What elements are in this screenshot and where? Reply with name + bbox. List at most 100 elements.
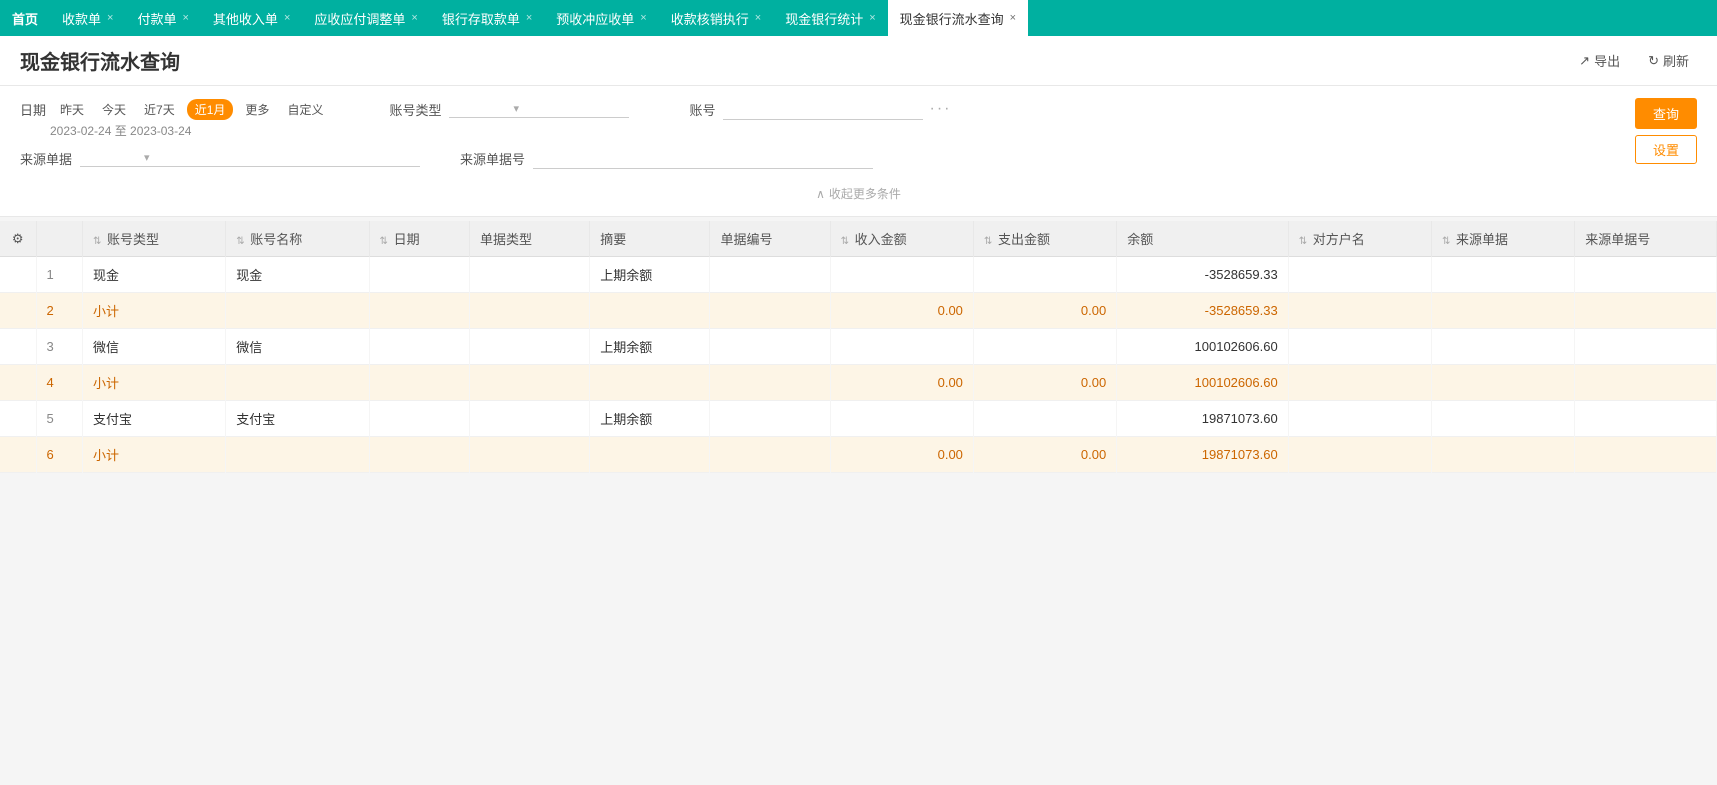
nav-close-other-income[interactable]: ×	[284, 12, 290, 24]
col-expense[interactable]: ⇅ 支出金额	[973, 221, 1116, 257]
nav-close-receipt[interactable]: ×	[107, 12, 113, 24]
row-doc-type	[470, 329, 590, 365]
row-account-type: 现金	[82, 257, 225, 293]
nav-item-receipt[interactable]: 收款单 ×	[50, 0, 125, 36]
row-income	[830, 401, 973, 437]
row-balance: 19871073.60	[1117, 401, 1288, 437]
nav-close-prepayment[interactable]: ×	[640, 12, 646, 24]
date-btn-more[interactable]: 更多	[239, 99, 275, 120]
nav-item-receipt-verify[interactable]: 收款核销执行 ×	[659, 0, 773, 36]
filter-area: 日期 昨天 今天 近7天 近1月 更多 自定义 账号类型 ▾	[0, 86, 1717, 217]
sort-icon-source-doc: ⇅	[1442, 236, 1450, 247]
sort-icon-date: ⇅	[380, 236, 388, 247]
nav-item-other-income[interactable]: 其他收入单 ×	[201, 0, 302, 36]
row-source-doc	[1431, 401, 1574, 437]
row-balance: 100102606.60	[1117, 329, 1288, 365]
source-doc-no-label: 来源单据号	[460, 149, 525, 168]
source-doc-select[interactable]: ▾	[80, 149, 420, 167]
col-source-doc[interactable]: ⇅ 来源单据	[1431, 221, 1574, 257]
nav-item-prepayment[interactable]: 预收冲应收单 ×	[544, 0, 658, 36]
row-gear	[0, 257, 36, 293]
nav-close-cash-flow[interactable]: ×	[1010, 12, 1016, 24]
export-button[interactable]: ↗ 导出	[1571, 47, 1628, 74]
row-summary	[590, 437, 710, 473]
row-counterpart	[1288, 365, 1431, 401]
row-income	[830, 257, 973, 293]
date-btn-yesterday[interactable]: 昨天	[54, 99, 90, 120]
date-btn-7days[interactable]: 近7天	[138, 99, 181, 120]
row-gear	[0, 437, 36, 473]
account-type-select[interactable]: ▾	[449, 100, 629, 118]
row-account-name	[226, 437, 369, 473]
col-account-type[interactable]: ⇅ 账号类型	[82, 221, 225, 257]
table-row: 6 小计 0.00 0.00 19871073.60	[0, 437, 1717, 473]
query-button[interactable]: 查询	[1635, 98, 1697, 129]
col-account-name[interactable]: ⇅ 账号名称	[226, 221, 369, 257]
row-account-name: 现金	[226, 257, 369, 293]
nav-item-cash-stat[interactable]: 现金银行统计 ×	[773, 0, 887, 36]
nav-item-ar-adjust[interactable]: 应收应付调整单 ×	[302, 0, 429, 36]
collapse-arrow-icon: ∧	[816, 187, 825, 201]
date-btn-today[interactable]: 今天	[96, 99, 132, 120]
settings-button[interactable]: 设置	[1635, 135, 1697, 164]
account-input[interactable]	[723, 98, 923, 120]
row-date	[369, 293, 469, 329]
col-doc-no[interactable]: 单据编号	[710, 221, 830, 257]
row-number: 1	[36, 257, 82, 293]
source-doc-label: 来源单据	[20, 149, 72, 168]
row-doc-no	[710, 365, 830, 401]
date-btn-custom[interactable]: 自定义	[281, 99, 329, 120]
row-balance: 19871073.60	[1117, 437, 1288, 473]
col-rownum	[36, 221, 82, 257]
nav-label-cash-flow: 现金银行流水查询	[900, 9, 1004, 28]
refresh-button[interactable]: ↻ 刷新	[1640, 47, 1697, 74]
source-doc-no-input[interactable]	[533, 147, 873, 169]
row-date	[369, 437, 469, 473]
row-gear	[0, 401, 36, 437]
gear-icon: ⚙	[12, 231, 24, 246]
sort-icon-counterpart: ⇅	[1299, 236, 1307, 247]
row-source-doc	[1431, 293, 1574, 329]
col-balance: 余额	[1117, 221, 1288, 257]
row-gear	[0, 329, 36, 365]
col-summary[interactable]: 摘要	[590, 221, 710, 257]
col-counterpart[interactable]: ⇅ 对方户名	[1288, 221, 1431, 257]
page-title: 现金银行流水查询	[20, 46, 180, 75]
row-source-doc-no	[1575, 401, 1717, 437]
top-navigation: 首页 收款单 × 付款单 × 其他收入单 × 应收应付调整单 × 银行存取款单 …	[0, 0, 1717, 36]
date-range-display: 2023-02-24 至 2023-03-24	[50, 124, 191, 138]
nav-label-prepayment: 预收冲应收单	[556, 9, 634, 28]
collapse-bar[interactable]: ∧ 收起更多条件	[20, 179, 1697, 204]
row-summary: 上期余额	[590, 257, 710, 293]
row-date	[369, 401, 469, 437]
row-gear	[0, 293, 36, 329]
col-doc-type[interactable]: 单据类型	[470, 221, 590, 257]
nav-close-bank-deposit[interactable]: ×	[526, 12, 532, 24]
row-doc-no	[710, 257, 830, 293]
nav-close-ar-adjust[interactable]: ×	[411, 12, 417, 24]
refresh-icon: ↻	[1648, 53, 1659, 69]
nav-item-home[interactable]: 首页	[0, 0, 50, 36]
row-doc-no	[710, 437, 830, 473]
sort-icon-account-type: ⇅	[93, 236, 101, 247]
nav-close-cash-stat[interactable]: ×	[869, 12, 875, 24]
row-number: 5	[36, 401, 82, 437]
page-header: 现金银行流水查询 ↗ 导出 ↻ 刷新	[0, 36, 1717, 86]
row-number: 2	[36, 293, 82, 329]
account-more-icon[interactable]: ···	[929, 100, 951, 118]
nav-close-payment[interactable]: ×	[182, 12, 188, 24]
date-btn-1month[interactable]: 近1月	[187, 99, 234, 120]
row-counterpart	[1288, 293, 1431, 329]
nav-close-receipt-verify[interactable]: ×	[755, 12, 761, 24]
table-body: 1 现金 现金 上期余额 -3528659.33 2 小计 0.00 0.00 …	[0, 257, 1717, 473]
nav-item-cash-flow[interactable]: 现金银行流水查询 ×	[888, 0, 1028, 36]
nav-item-bank-deposit[interactable]: 银行存取款单 ×	[430, 0, 544, 36]
row-source-doc	[1431, 365, 1574, 401]
row-doc-type	[470, 437, 590, 473]
nav-item-payment[interactable]: 付款单 ×	[125, 0, 200, 36]
col-income[interactable]: ⇅ 收入金额	[830, 221, 973, 257]
source-doc-no-filter-group: 来源单据号	[460, 147, 873, 169]
row-summary: 上期余额	[590, 329, 710, 365]
col-gear[interactable]: ⚙	[0, 221, 36, 257]
col-date[interactable]: ⇅ 日期	[369, 221, 469, 257]
